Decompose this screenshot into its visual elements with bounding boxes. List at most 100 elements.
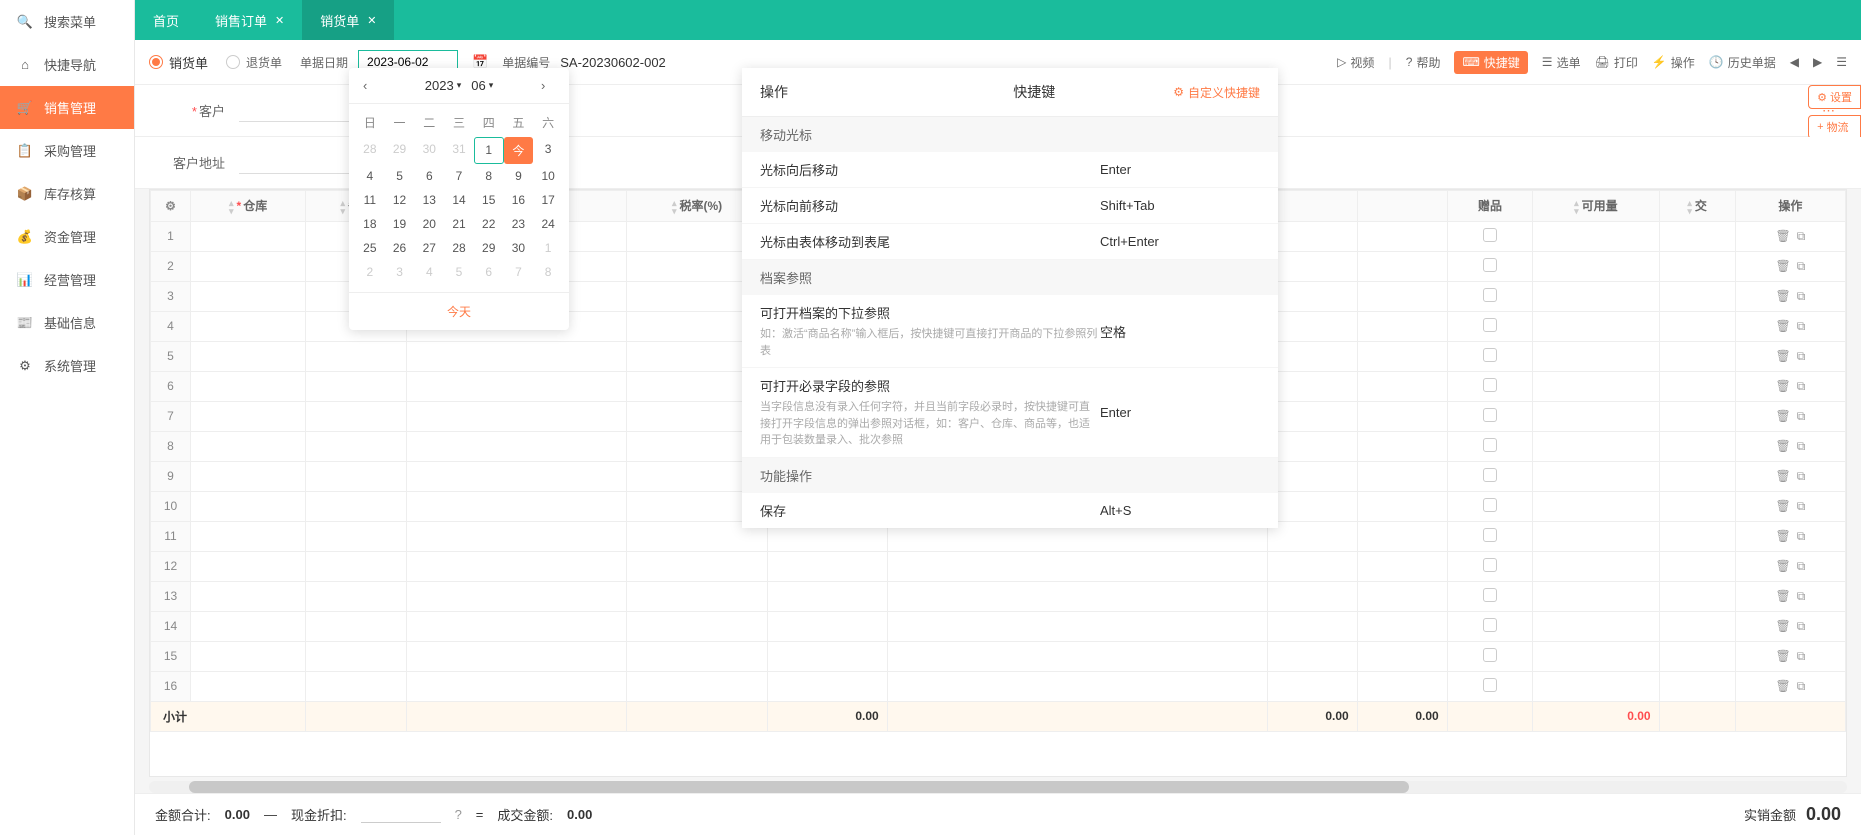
gift-checkbox[interactable]	[1483, 318, 1497, 332]
shortcut-button[interactable]: ⌨快捷键	[1454, 51, 1527, 74]
radio-sales[interactable]: 销货单	[149, 53, 208, 72]
sidebar-item-system[interactable]: ⚙系统管理	[0, 344, 134, 387]
cal-day[interactable]: 25	[355, 236, 385, 260]
col-action[interactable]: 操作	[1735, 191, 1845, 222]
col-warehouse[interactable]: ▴▾*仓库	[191, 191, 306, 222]
cal-day[interactable]: 4	[414, 260, 444, 284]
cal-day[interactable]: 28	[355, 137, 385, 164]
cal-day[interactable]: 6	[414, 164, 444, 188]
print-button[interactable]: 🖨打印	[1595, 54, 1638, 71]
gift-checkbox[interactable]	[1483, 378, 1497, 392]
cal-day[interactable]: 23	[504, 212, 534, 236]
delete-icon[interactable]: 🗑	[1775, 559, 1790, 573]
cal-day[interactable]: 12	[385, 188, 415, 212]
col-h3[interactable]	[1267, 191, 1357, 222]
cal-day[interactable]: 7	[444, 164, 474, 188]
copy-icon[interactable]: ⧉	[1797, 409, 1806, 423]
logistics-button[interactable]: +物流	[1808, 115, 1861, 139]
copy-icon[interactable]: ⧉	[1797, 499, 1806, 513]
history-button[interactable]: 🕓历史单据	[1709, 54, 1776, 71]
cal-day[interactable]: 6	[474, 260, 504, 284]
cal-day[interactable]: 29	[385, 137, 415, 164]
copy-icon[interactable]: ⧉	[1797, 619, 1806, 633]
cal-day[interactable]: 今	[504, 137, 534, 164]
sidebar-item-basic[interactable]: 📰基础信息	[0, 301, 134, 344]
delete-icon[interactable]: 🗑	[1775, 619, 1790, 633]
gift-checkbox[interactable]	[1483, 438, 1497, 452]
cal-day[interactable]: 7	[504, 260, 534, 284]
gift-checkbox[interactable]	[1483, 528, 1497, 542]
cal-day[interactable]: 2	[355, 260, 385, 284]
copy-icon[interactable]: ⧉	[1797, 319, 1806, 333]
cal-day[interactable]: 5	[444, 260, 474, 284]
cal-day[interactable]: 30	[504, 236, 534, 260]
delete-icon[interactable]: 🗑	[1775, 649, 1790, 663]
cal-year[interactable]: 2023▾	[425, 78, 461, 93]
col-h4[interactable]	[1357, 191, 1447, 222]
cal-day[interactable]: 5	[385, 164, 415, 188]
cal-day[interactable]: 3	[533, 137, 563, 164]
gift-checkbox[interactable]	[1483, 648, 1497, 662]
delete-icon[interactable]: 🗑	[1775, 439, 1790, 453]
col-avail[interactable]: ▴▾可用量	[1533, 191, 1659, 222]
delete-icon[interactable]: 🗑	[1775, 499, 1790, 513]
gift-checkbox[interactable]	[1483, 288, 1497, 302]
tab-sales-order[interactable]: 销售订单✕	[197, 0, 302, 40]
delete-icon[interactable]: 🗑	[1775, 529, 1790, 543]
cal-day[interactable]: 1	[533, 236, 563, 260]
select-button[interactable]: ☰选单	[1542, 54, 1581, 71]
copy-icon[interactable]: ⧉	[1797, 349, 1806, 363]
custom-shortcut-button[interactable]: ⚙自定义快捷键	[1173, 84, 1260, 101]
gift-checkbox[interactable]	[1483, 618, 1497, 632]
discount-input[interactable]	[361, 807, 441, 823]
cal-day[interactable]: 20	[414, 212, 444, 236]
sidebar-item-search[interactable]: 🔍搜索菜单	[0, 0, 134, 43]
sidebar-item-nav[interactable]: ⌂快捷导航	[0, 43, 134, 86]
cal-day[interactable]: 10	[533, 164, 563, 188]
cal-day[interactable]: 13	[414, 188, 444, 212]
cal-day[interactable]: 1	[474, 137, 504, 164]
cal-next[interactable]: ›	[541, 78, 555, 93]
gift-checkbox[interactable]	[1483, 468, 1497, 482]
prev-button[interactable]: ◀	[1790, 55, 1799, 69]
sidebar-item-funds[interactable]: 💰资金管理	[0, 215, 134, 258]
cal-day[interactable]: 18	[355, 212, 385, 236]
delete-icon[interactable]: 🗑	[1775, 319, 1790, 333]
table-row[interactable]: 16🗑⧉	[151, 671, 1846, 701]
cal-day[interactable]: 17	[533, 188, 563, 212]
table-row[interactable]: 14🗑⧉	[151, 611, 1846, 641]
cal-day[interactable]: 15	[474, 188, 504, 212]
cal-day[interactable]: 27	[414, 236, 444, 260]
cal-month[interactable]: 06▾	[471, 78, 493, 93]
gift-checkbox[interactable]	[1483, 228, 1497, 242]
scrollbar-thumb[interactable]	[189, 781, 1409, 793]
sidebar-item-purchase[interactable]: 📋采购管理	[0, 129, 134, 172]
next-button[interactable]: ▶	[1813, 55, 1822, 69]
gift-checkbox[interactable]	[1483, 408, 1497, 422]
col-gear[interactable]: ⚙	[151, 191, 191, 222]
cal-day[interactable]: 8	[474, 164, 504, 188]
ops-button[interactable]: ⚡操作	[1652, 54, 1695, 71]
cal-day[interactable]: 24	[533, 212, 563, 236]
sidebar-item-business[interactable]: 📊经营管理	[0, 258, 134, 301]
close-icon[interactable]: ✕	[367, 14, 376, 27]
copy-icon[interactable]: ⧉	[1797, 259, 1806, 273]
gift-checkbox[interactable]	[1483, 558, 1497, 572]
cal-day[interactable]: 9	[504, 164, 534, 188]
tab-sales-invoice[interactable]: 销货单✕	[302, 0, 394, 40]
delete-icon[interactable]: 🗑	[1775, 469, 1790, 483]
gift-checkbox[interactable]	[1483, 498, 1497, 512]
menu-button[interactable]: ☰	[1836, 55, 1847, 69]
radio-return[interactable]: 退货单	[226, 54, 282, 71]
gift-checkbox[interactable]	[1483, 588, 1497, 602]
copy-icon[interactable]: ⧉	[1797, 469, 1806, 483]
cal-day[interactable]: 16	[504, 188, 534, 212]
cal-day[interactable]: 31	[444, 137, 474, 164]
delete-icon[interactable]: 🗑	[1775, 409, 1790, 423]
copy-icon[interactable]: ⧉	[1797, 529, 1806, 543]
cal-day[interactable]: 22	[474, 212, 504, 236]
cal-day[interactable]: 21	[444, 212, 474, 236]
delete-icon[interactable]: 🗑	[1775, 289, 1790, 303]
delete-icon[interactable]: 🗑	[1775, 229, 1790, 243]
delete-icon[interactable]: 🗑	[1775, 379, 1790, 393]
